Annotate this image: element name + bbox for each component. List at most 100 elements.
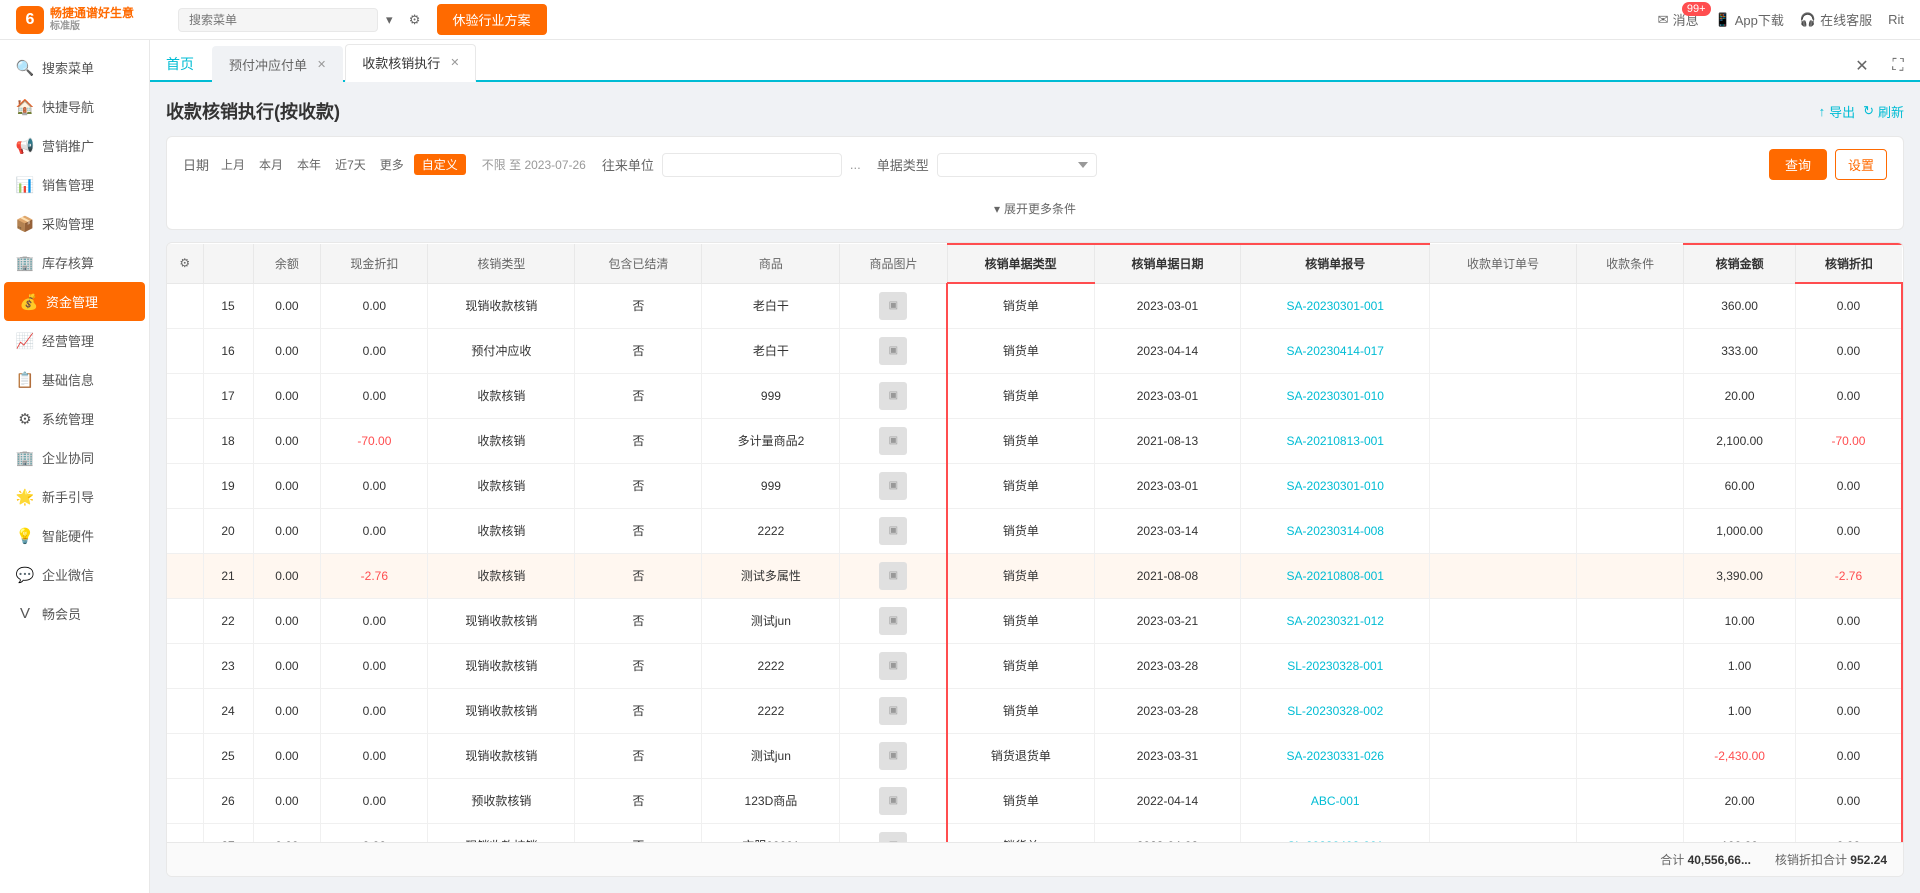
tab-收款核销执行[interactable]: 收款核销执行✕ (345, 44, 476, 82)
sidebar-item-vip[interactable]: V畅会员 (0, 594, 149, 633)
bill-type-select[interactable] (937, 153, 1097, 177)
cell-bill_report_no[interactable]: SA-20230301-010 (1241, 373, 1430, 418)
cell-verify_discount: 0.00 (1795, 328, 1902, 373)
sidebar-item-capital-mgmt[interactable]: 💰资金管理 (4, 282, 145, 321)
sidebar-item-smart-hw[interactable]: 💡智能硬件 (0, 516, 149, 555)
cell-product: 2222 (702, 508, 840, 553)
online-service-link[interactable]: 🎧 在线客服 (1800, 10, 1872, 29)
expand-conditions-btn[interactable]: ▾ 展开更多条件 (183, 196, 1887, 217)
sidebar-item-inventory[interactable]: 🏢库存核算 (0, 243, 149, 282)
cell-bill_report_no[interactable]: SL-20230328-001 (1241, 643, 1430, 688)
date-this-month[interactable]: 本月 (255, 154, 287, 175)
tab-预付冲应付单[interactable]: 预付冲应付单✕ (212, 46, 343, 82)
sidebar-item-basic-info[interactable]: 📋基础信息 (0, 360, 149, 399)
top-bar: 6 畅捷通谱好生意 标准版 ▾ ⚙ 休验行业方案 ✉ 消息 99+ 📱 App下… (0, 0, 1920, 40)
sidebar-item-search-menu[interactable]: 🔍搜索菜单 (0, 48, 149, 87)
cell-bill_report_no[interactable]: SA-20230321-012 (1241, 598, 1430, 643)
cell-include_settled: 否 (575, 823, 702, 842)
page-content: 收款核销执行(按收款) ↑ 导出 ↻ 刷新 日期 (150, 82, 1920, 893)
cell-bill_report_no[interactable]: SA-20230301-001 (1241, 283, 1430, 328)
sidebar-label: 快捷导航 (42, 97, 94, 116)
settings-icon[interactable]: ⚙ (401, 6, 429, 34)
cell-bill_report_no[interactable]: SA-20230331-026 (1241, 733, 1430, 778)
tab-首页[interactable]: 首页 (150, 46, 210, 82)
cell-bill_report_no[interactable]: SA-20210808-001 (1241, 553, 1430, 598)
bill-report-no-link[interactable]: SA-20230321-012 (1287, 614, 1384, 628)
from-unit-filter: 往来单位 ... (602, 153, 861, 177)
filter-settings-btn[interactable]: 设置 (1835, 149, 1887, 180)
date-last7[interactable]: 近7天 (331, 154, 370, 175)
cell-verify_amount: 1,000.00 (1684, 508, 1796, 553)
cell-bill_report_no[interactable]: SA-20230414-017 (1241, 328, 1430, 373)
bill-report-no-link[interactable]: SA-20230331-026 (1287, 749, 1384, 763)
tab-close-btn[interactable]: ✕ (450, 56, 459, 69)
bill-report-no-link[interactable]: SA-20230301-001 (1287, 299, 1384, 313)
date-last-month[interactable]: 上月 (217, 154, 249, 175)
bill-report-no-link[interactable]: SL-20230328-001 (1287, 659, 1383, 673)
sidebar-item-purchase-mgmt[interactable]: 📦采购管理 (0, 204, 149, 243)
cell-receipt_condition (1576, 733, 1683, 778)
cell-include_settled: 否 (575, 463, 702, 508)
export-btn[interactable]: ↑ 导出 (1819, 102, 1856, 121)
bill-report-no-link[interactable]: SA-20230314-008 (1287, 524, 1384, 538)
cell-bill_report_no[interactable]: SA-20230301-010 (1241, 463, 1430, 508)
cell-bill_report_no[interactable]: SA-20230314-008 (1241, 508, 1430, 553)
from-unit-input[interactable] (662, 153, 842, 177)
app-download-link[interactable]: 📱 App下载 (1715, 10, 1784, 29)
cell-seq: 26 (203, 778, 253, 823)
dropdown-toggle[interactable]: ▾ (386, 12, 393, 28)
table-scroll[interactable]: ⚙余额现金折扣核销类型包含已结清商品商品图片核销单据类型核销单据日期核销单报号收… (167, 243, 1903, 842)
cell-balance: 0.00 (253, 643, 321, 688)
product-image-thumb: ▣ (879, 832, 907, 843)
cell-receipt_order_no (1430, 643, 1577, 688)
date-this-year[interactable]: 本年 (293, 154, 325, 175)
cell-bill_report_no[interactable]: SL-20230328-002 (1241, 688, 1430, 733)
cell-product_image: ▣ (840, 823, 947, 842)
cell-seq: 17 (203, 373, 253, 418)
close-tab-btn[interactable]: ✕ (1848, 52, 1876, 80)
filter-dots[interactable]: ... (850, 157, 861, 172)
cell-bill_report_no[interactable]: ABC-001 (1241, 778, 1430, 823)
sidebar-item-marketing[interactable]: 📢营销推广 (0, 126, 149, 165)
bill-report-no-link[interactable]: SL-20230328-002 (1287, 704, 1383, 718)
cell-bill_report_date: 2021-08-13 (1094, 418, 1241, 463)
refresh-btn[interactable]: ↻ 刷新 (1863, 102, 1904, 121)
cell-bill_report_no[interactable]: SA-20210813-001 (1241, 418, 1430, 463)
sidebar-item-ops-mgmt[interactable]: 📈经营管理 (0, 321, 149, 360)
col-header-receipt_order_no: 收款单订单号 (1430, 244, 1577, 283)
sidebar-item-wechat[interactable]: 💬 企业微信 (0, 555, 149, 594)
bill-report-no-link[interactable]: ABC-001 (1311, 794, 1360, 808)
message-badge[interactable]: ✉ 消息 99+ (1658, 10, 1699, 29)
sidebar-item-enterprise[interactable]: 🏢企业协同 (0, 438, 149, 477)
sidebar-label: 企业微信 (42, 565, 94, 584)
query-btn[interactable]: 查询 (1769, 149, 1827, 180)
cell-receipt_condition (1576, 328, 1683, 373)
bill-report-no-link[interactable]: SA-20230301-010 (1287, 479, 1384, 493)
cell-receipt_condition (1576, 463, 1683, 508)
wechat-icon: 💬 (16, 566, 34, 584)
expand-tabs-btn[interactable]: ⛶ (1884, 52, 1912, 80)
bill-report-no-link[interactable]: SA-20210813-001 (1287, 434, 1384, 448)
cell-bill_report_date: 2023-03-31 (1094, 733, 1241, 778)
col-settings-icon[interactable]: ⚙ (179, 256, 190, 270)
cell-product_image: ▣ (840, 733, 947, 778)
cell-verify_amount: 60.00 (1684, 463, 1796, 508)
bill-report-no-link[interactable]: SA-20230301-010 (1287, 389, 1384, 403)
bill-report-no-link[interactable]: SA-20210808-001 (1287, 569, 1384, 583)
product-image-thumb: ▣ (879, 517, 907, 545)
cell-balance: 0.00 (253, 778, 321, 823)
tab-close-btn[interactable]: ✕ (317, 58, 326, 71)
menu-search-input[interactable] (178, 8, 378, 32)
bill-report-no-link[interactable]: SA-20230414-017 (1287, 344, 1384, 358)
sidebar-item-sys-mgmt[interactable]: ⚙系统管理 (0, 399, 149, 438)
date-more[interactable]: 更多 (376, 154, 408, 175)
sidebar-item-sales-mgmt[interactable]: 📊销售管理 (0, 165, 149, 204)
solution-btn[interactable]: 休验行业方案 (437, 4, 547, 35)
sidebar-item-new-guide[interactable]: 🌟新手引导 (0, 477, 149, 516)
cell-bill_report_no[interactable]: SL-20230408-001 (1241, 823, 1430, 842)
cell-receipt_condition (1576, 688, 1683, 733)
date-custom-btn[interactable]: 自定义 (414, 154, 466, 175)
sidebar-item-quick-nav[interactable]: 🏠快捷导航 (0, 87, 149, 126)
col-settings[interactable]: ⚙ (167, 244, 203, 283)
cell-cash_discount: 0.00 (321, 283, 428, 328)
